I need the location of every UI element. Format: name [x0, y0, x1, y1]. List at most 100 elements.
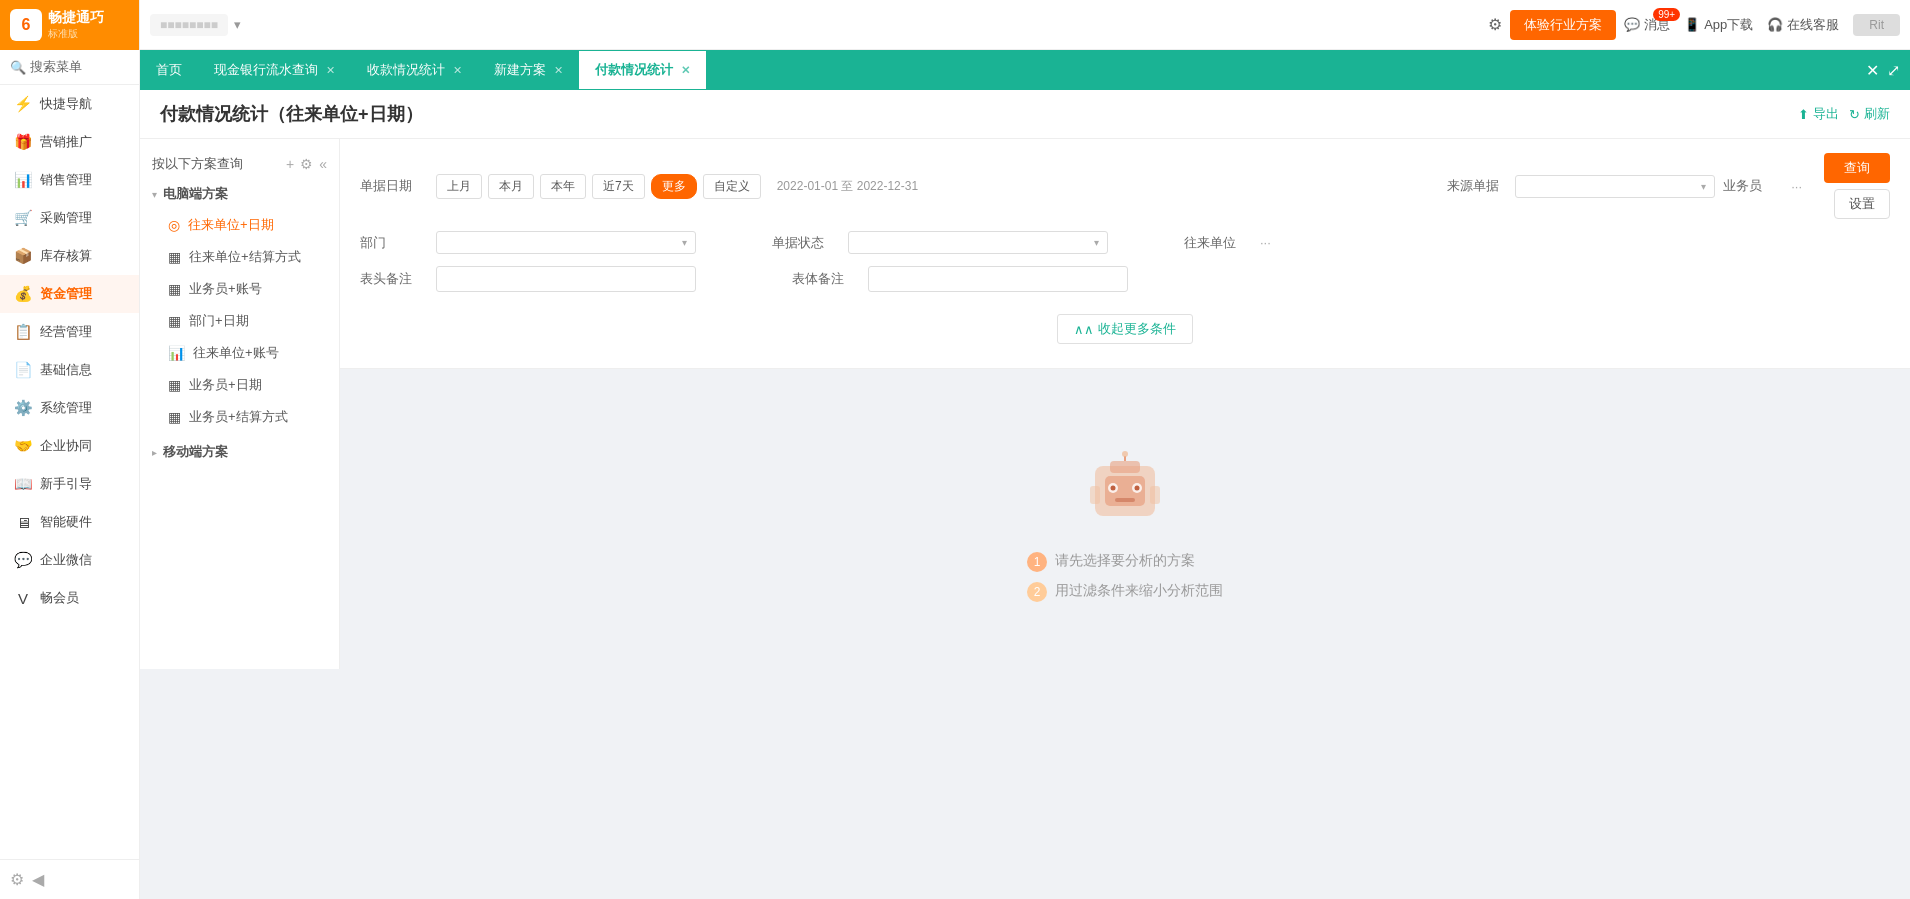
tab-close-new-scheme[interactable]: ✕ [554, 64, 563, 77]
topnav: ■■■■■■■■ ▾ ⚙ 体验行业方案 💬 消息 99+ 📱 App下载 🎧 在… [140, 0, 1910, 50]
date-btn-last-month[interactable]: 上月 [436, 174, 482, 199]
doc-status-arrow-icon: ▾ [1094, 237, 1099, 248]
sidebar-icon-quick-nav: ⚡ [14, 95, 32, 113]
sidebar-icon-sales: 📊 [14, 171, 32, 189]
address-text: ■■■■■■■■ [150, 14, 228, 36]
dept-select[interactable]: ▾ [436, 231, 696, 254]
close-all-icon[interactable]: ✕ [1866, 61, 1879, 80]
sidebar-label-inventory: 库存核算 [40, 247, 92, 265]
scheme-table-icon: ▦ [168, 249, 181, 265]
add-scheme-icon[interactable]: + [286, 156, 294, 172]
sidebar-label-enterprise: 企业协同 [40, 437, 92, 455]
refresh-btn[interactable]: ↻ 刷新 [1849, 105, 1890, 123]
tab-home[interactable]: 首页 [140, 51, 198, 89]
scheme-item-staff-date[interactable]: ▦ 业务员+日期 [140, 369, 339, 401]
tab-new-scheme[interactable]: 新建方案✕ [478, 51, 579, 89]
scheme-group-mobile: ▸ 移动端方案 [140, 437, 339, 467]
scheme-item-counterpart-date[interactable]: ◎ 往来单位+日期 [140, 209, 339, 241]
app-download-btn[interactable]: 📱 App下载 [1684, 16, 1753, 34]
dept-arrow-icon: ▾ [682, 237, 687, 248]
sidebar-item-sales[interactable]: 📊 销售管理 [0, 161, 139, 199]
sidebar-icon-enterprise: 🤝 [14, 437, 32, 455]
doc-status-select[interactable]: ▾ [848, 231, 1108, 254]
tab-receipt-stats[interactable]: 收款情况统计✕ [351, 51, 478, 89]
sidebar-item-enterprise[interactable]: 🤝 企业协同 [0, 427, 139, 465]
tab-payment-stats[interactable]: 付款情况统计 ✕ [579, 51, 706, 89]
empty-tips: 1 请先选择要分析的方案 2 用过滤条件来缩小分析范围 [1027, 552, 1223, 602]
sidebar-item-operations[interactable]: 📋 经营管理 [0, 313, 139, 351]
online-service-btn[interactable]: 🎧 在线客服 [1767, 16, 1839, 34]
tab-label-home: 首页 [156, 61, 182, 79]
scheme-panel-header: 按以下方案查询 + ⚙ « [140, 149, 339, 179]
date-btn-this-month[interactable]: 本月 [488, 174, 534, 199]
date-btn-custom[interactable]: 自定义 [703, 174, 761, 199]
user-label: Rit [1869, 18, 1884, 32]
sidebar-label-vip: 畅会员 [40, 589, 79, 607]
doc-status-label: 单据状态 [772, 234, 832, 252]
sidebar-item-enterprise-wx[interactable]: 💬 企业微信 [0, 541, 139, 579]
sidebar-item-system[interactable]: ⚙️ 系统管理 [0, 389, 139, 427]
sidebar-item-quick-nav[interactable]: ⚡ 快捷导航 [0, 85, 139, 123]
messages-btn[interactable]: 💬 消息 99+ [1624, 16, 1670, 34]
date-btn-more[interactable]: 更多 [651, 174, 697, 199]
header-note-input[interactable] [436, 266, 696, 292]
scheme-item-counterpart-account[interactable]: 📊 往来单位+账号 [140, 337, 339, 369]
sidebar-icon-inventory: 📦 [14, 247, 32, 265]
sidebar-icon-guide: 📖 [14, 475, 32, 493]
sidebar-item-vip[interactable]: V 畅会员 [0, 579, 139, 617]
collapse-btn[interactable]: ∧∧ 收起更多条件 [1057, 314, 1193, 344]
scheme-group-mobile-header[interactable]: ▸ 移动端方案 [140, 437, 339, 467]
sidebar-menu: ⚡ 快捷导航 🎁 营销推广 📊 销售管理 🛒 采购管理 📦 库存核算 💰 资金管… [0, 85, 139, 859]
query-btn[interactable]: 查询 [1824, 153, 1890, 183]
sidebar-item-inventory[interactable]: 📦 库存核算 [0, 237, 139, 275]
settings-btn[interactable]: 设置 [1834, 189, 1890, 219]
trial-btn[interactable]: 体验行业方案 [1510, 10, 1616, 40]
sidebar-item-finance[interactable]: 💰 资金管理 [0, 275, 139, 313]
scheme-item-staff-settle[interactable]: ▦ 业务员+结算方式 [140, 401, 339, 433]
scheme-group-desktop-header[interactable]: ▾ 电脑端方案 [140, 179, 339, 209]
body-note-input[interactable] [868, 266, 1128, 292]
staff-select[interactable]: ··· [1791, 179, 1802, 194]
refresh-icon: ↻ [1849, 107, 1860, 122]
tabbar: 首页现金银行流水查询✕收款情况统计✕新建方案✕ 付款情况统计 ✕ ✕ ⤢ [140, 50, 1910, 90]
counterpart-select[interactable]: ··· [1260, 235, 1271, 250]
tab-close-bank-flow[interactable]: ✕ [326, 64, 335, 77]
scheme-panel-icons: + ⚙ « [286, 156, 327, 172]
scheme-settings-icon[interactable]: ⚙ [300, 156, 313, 172]
sidebar-item-purchase[interactable]: 🛒 采购管理 [0, 199, 139, 237]
settings-icon[interactable]: ⚙ [10, 870, 24, 889]
scheme-item-dept-date[interactable]: ▦ 部门+日期 [140, 305, 339, 337]
collapse-icon[interactable]: ◀ [32, 870, 44, 889]
mobile-group-label: 移动端方案 [163, 443, 228, 461]
user-avatar[interactable]: Rit [1853, 14, 1900, 36]
scheme-item-counterpart-settle[interactable]: ▦ 往来单位+结算方式 [140, 241, 339, 273]
scheme-item-staff-account[interactable]: ▦ 业务员+账号 [140, 273, 339, 305]
results-area: 1 请先选择要分析的方案 2 用过滤条件来缩小分析范围 [340, 369, 1910, 669]
export-btn[interactable]: ⬆ 导出 [1798, 105, 1839, 123]
date-btn-7days[interactable]: 近7天 [592, 174, 645, 199]
scheme-table-icon-3: ▦ [168, 313, 181, 329]
source-select[interactable]: ▾ [1515, 175, 1715, 198]
scheme-item-label: 往来单位+日期 [188, 216, 274, 234]
svg-rect-8 [1150, 486, 1160, 504]
svg-point-11 [1122, 451, 1128, 457]
tab-close-receipt-stats[interactable]: ✕ [453, 64, 462, 77]
message-icon: 💬 [1624, 17, 1640, 32]
tab-close-payment-stats[interactable]: ✕ [681, 64, 690, 77]
gear-icon[interactable]: ⚙ [1488, 15, 1502, 34]
search-menu[interactable]: 🔍 搜索菜单 [0, 50, 139, 85]
date-btn-this-year[interactable]: 本年 [540, 174, 586, 199]
expand-icon[interactable]: ⤢ [1887, 61, 1900, 80]
tab-bank-flow[interactable]: 现金银行流水查询✕ [198, 51, 351, 89]
page-title: 付款情况统计（往来单位+日期） [160, 102, 423, 126]
tab-label-payment-stats: 付款情况统计 [595, 61, 673, 79]
scheme-item-label: 往来单位+结算方式 [189, 248, 301, 266]
scheme-collapse-icon[interactable]: « [319, 156, 327, 172]
sidebar-item-guide[interactable]: 📖 新手引导 [0, 465, 139, 503]
sidebar-item-smart-hw[interactable]: 🖥 智能硬件 [0, 503, 139, 541]
sidebar-item-marketing[interactable]: 🎁 营销推广 [0, 123, 139, 161]
staff-label: 业务员 [1723, 177, 1783, 195]
scheme-panel-title: 按以下方案查询 [152, 155, 243, 173]
sidebar-icon-smart-hw: 🖥 [14, 513, 32, 531]
sidebar-item-basic-info[interactable]: 📄 基础信息 [0, 351, 139, 389]
